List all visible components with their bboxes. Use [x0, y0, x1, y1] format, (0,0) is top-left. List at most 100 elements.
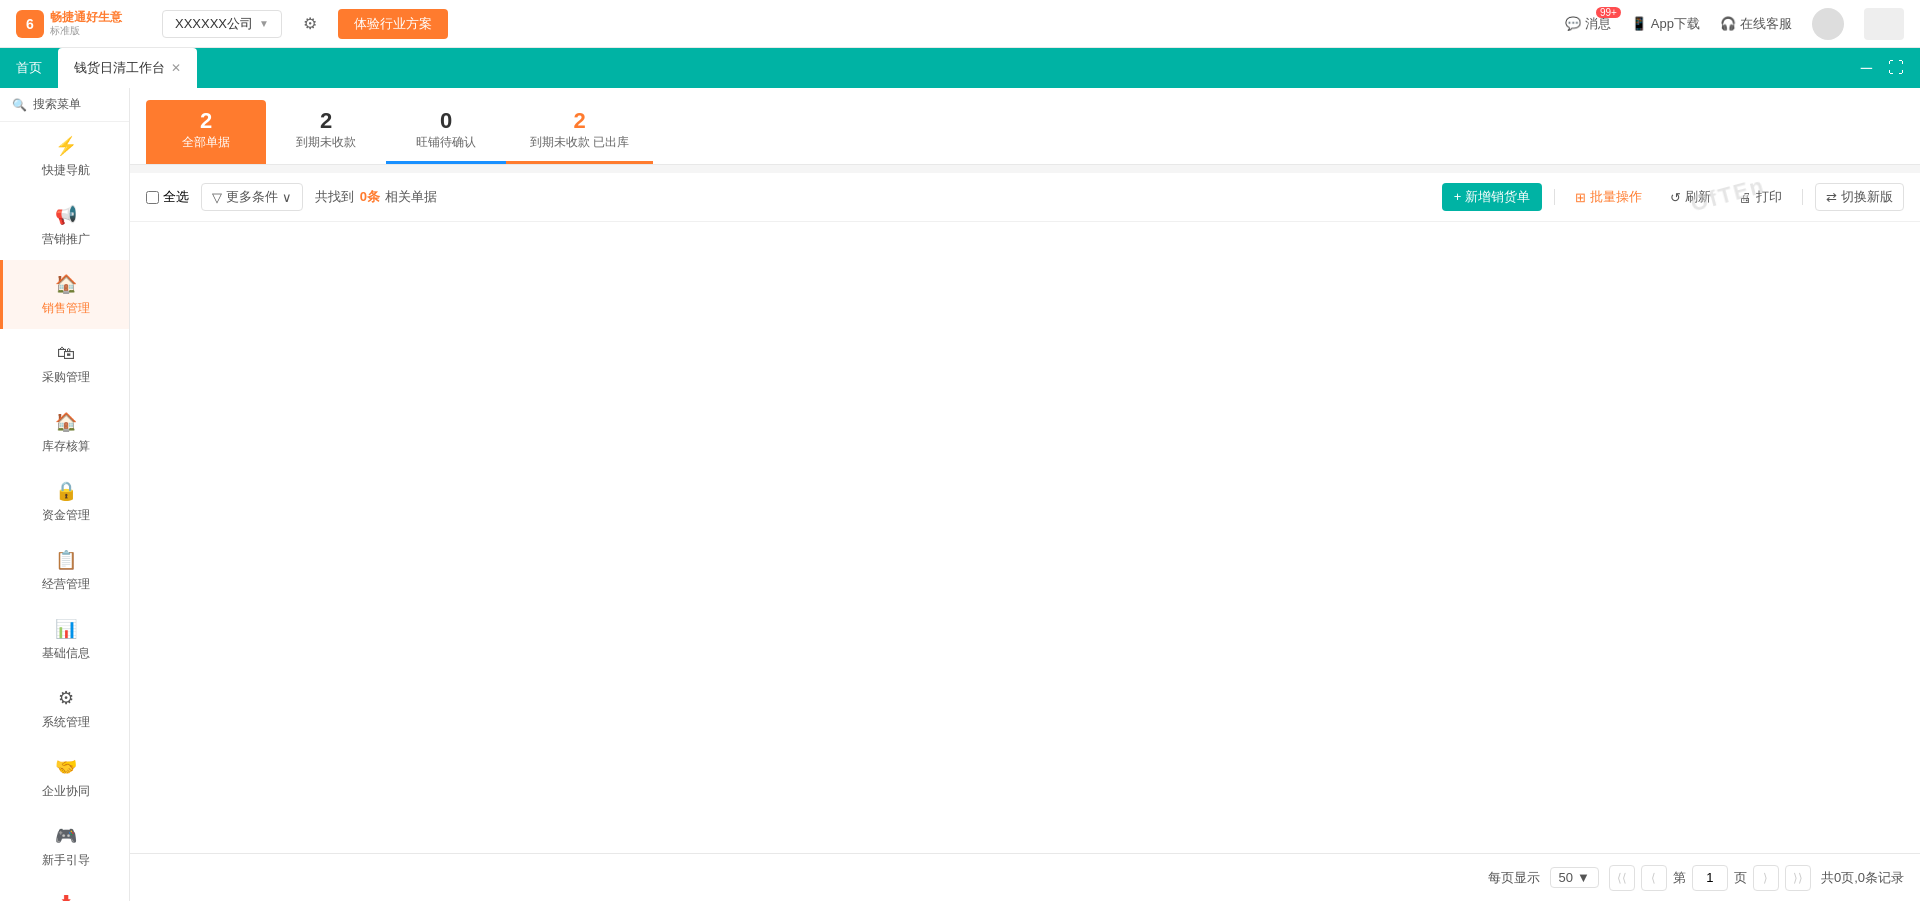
table-area	[130, 222, 1920, 853]
sidebar-item-quick-nav[interactable]: ⚡ 快捷导航	[0, 122, 129, 191]
sidebar-item-marketing[interactable]: 📢 营销推广	[0, 191, 129, 260]
content-area: 2 全部单据 2 到期未收款 0 旺铺待确认 2 到期未收款 已出库 全选	[130, 88, 1920, 901]
sidebar-item-sales[interactable]: 🏠 销售管理	[0, 260, 129, 329]
page-first-button[interactable]: ⟨⟨	[1609, 865, 1635, 891]
sidebar-item-operations[interactable]: 📋 经营管理	[0, 536, 129, 605]
sidebar-item-guide[interactable]: 🎮 新手引导	[0, 812, 129, 881]
gear-icon: ⚙	[303, 14, 317, 33]
header-center: XXXXXX公司 ▼ ⚙ 体验行业方案	[146, 8, 1565, 40]
page-size-select[interactable]: 50 ▼	[1550, 867, 1599, 888]
stat-all-label: 全部单据	[182, 134, 230, 151]
app-download-button[interactable]: 📱 App下载	[1631, 15, 1700, 33]
sidebar-item-app-center[interactable]: 📥 应用中心	[0, 881, 129, 901]
result-count: 0条	[360, 189, 380, 204]
tab-bar: 首页 钱货日清工作台 ✕ ─ ⛶	[0, 48, 1920, 88]
result-suffix: 相关单据	[385, 189, 437, 204]
settings-button[interactable]: ⚙	[294, 8, 326, 40]
sidebar-item-purchase-label: 采购管理	[42, 369, 90, 386]
basic-info-icon: 📊	[54, 617, 78, 641]
tab-work-bench[interactable]: 钱货日清工作台 ✕	[58, 48, 197, 88]
divider-1	[1554, 189, 1555, 205]
page-next-button[interactable]: ⟩	[1753, 865, 1779, 891]
sidebar-item-finance-label: 资金管理	[42, 507, 90, 524]
refresh-button[interactable]: ↺ 刷新	[1662, 184, 1719, 210]
stat-pending-label: 旺铺待确认	[416, 134, 476, 151]
cooperation-icon: 🤝	[54, 755, 78, 779]
sidebar-item-inventory-label: 库存核算	[42, 438, 90, 455]
online-service-label: 在线客服	[1740, 15, 1792, 33]
sidebar-item-sales-label: 销售管理	[42, 300, 90, 317]
avatar[interactable]	[1812, 8, 1844, 40]
toolbar: 全选 ▽ 更多条件 ∨ 共找到 0条 相关单据 + 新增销货单 ⊞ 批	[130, 173, 1920, 222]
messages-button[interactable]: 💬 消息 99+	[1565, 15, 1611, 33]
sales-icon: 🏠	[54, 272, 78, 296]
filter-icon: ▽	[212, 190, 222, 205]
refresh-icon: ↺	[1670, 190, 1681, 205]
app-center-icon: 📥	[54, 893, 78, 901]
stat-all-number: 2	[200, 108, 212, 134]
stat-pending-number: 0	[440, 108, 452, 134]
switch-version-button[interactable]: ⇄ 切换新版	[1815, 183, 1904, 211]
guide-icon: 🎮	[54, 824, 78, 848]
stat-overdue-number: 2	[320, 108, 332, 134]
sidebar-item-marketing-label: 营销推广	[42, 231, 90, 248]
top-header: 6 畅捷通好生意 标准版 XXXXXX公司 ▼ ⚙ 体验行业方案 💬 消息 99…	[0, 0, 1920, 48]
sidebar-item-basic-info[interactable]: 📊 基础信息	[0, 605, 129, 674]
company-selector[interactable]: XXXXXX公司 ▼	[162, 10, 282, 38]
filter-button[interactable]: ▽ 更多条件 ∨	[201, 183, 303, 211]
stat-overdue-label: 到期未收款	[296, 134, 356, 151]
sidebar-item-operations-label: 经营管理	[42, 576, 90, 593]
sidebar-search[interactable]: 🔍 搜索菜单	[0, 88, 129, 122]
sidebar-search-label: 搜索菜单	[33, 96, 81, 113]
stats-tabs: 2 全部单据 2 到期未收款 0 旺铺待确认 2 到期未收款 已出库	[130, 88, 1920, 165]
purchase-icon: 🛍	[54, 341, 78, 365]
add-sales-order-button[interactable]: + 新增销货单	[1442, 183, 1542, 211]
trial-button[interactable]: 体验行业方案	[338, 9, 448, 39]
tab-maximize-icon[interactable]: ⛶	[1884, 55, 1908, 81]
sidebar-item-inventory[interactable]: 🏠 库存核算	[0, 398, 129, 467]
sidebar-item-system-label: 系统管理	[42, 714, 90, 731]
divider-2	[1802, 189, 1803, 205]
headset-icon: 🎧	[1720, 16, 1736, 31]
per-page-label: 每页显示	[1488, 869, 1540, 887]
select-all-label: 全选	[163, 188, 189, 206]
tab-home[interactable]: 首页	[0, 48, 58, 88]
page-of-text: 页	[1734, 869, 1747, 887]
stat-tab-overdue-stock[interactable]: 2 到期未收款 已出库	[506, 100, 653, 164]
page-prev-button[interactable]: ⟨	[1641, 865, 1667, 891]
tab-minimize-icon[interactable]: ─	[1857, 55, 1876, 81]
print-icon: 🖨	[1739, 190, 1752, 205]
logo-title: 畅捷通好生意	[50, 10, 122, 24]
sidebar-item-system[interactable]: ⚙ 系统管理	[0, 674, 129, 743]
print-button[interactable]: 🖨 打印	[1731, 184, 1790, 210]
sidebar-item-cooperation[interactable]: 🤝 企业协同	[0, 743, 129, 812]
user-menu[interactable]	[1864, 8, 1904, 40]
messages-badge: 99+	[1596, 7, 1621, 18]
logo-icon: 6	[16, 10, 44, 38]
dropdown-arrow-icon: ▼	[259, 18, 269, 29]
system-icon: ⚙	[54, 686, 78, 710]
select-all-checkbox[interactable]: 全选	[146, 188, 189, 206]
stat-tab-pending[interactable]: 0 旺铺待确认	[386, 100, 506, 164]
operations-icon: 📋	[54, 548, 78, 572]
message-icon: 💬	[1565, 16, 1581, 31]
finance-icon: 🔒	[54, 479, 78, 503]
total-text: 共0页,0条记录	[1821, 869, 1904, 887]
sidebar-item-guide-label: 新手引导	[42, 852, 90, 869]
batch-operation-button[interactable]: ⊞ 批量操作	[1567, 184, 1650, 210]
stat-tab-all[interactable]: 2 全部单据	[146, 100, 266, 164]
flash-icon: ⚡	[54, 134, 78, 158]
stat-tab-overdue[interactable]: 2 到期未收款	[266, 100, 386, 164]
logo-area: 6 畅捷通好生意 标准版	[16, 10, 146, 38]
print-label: 打印	[1756, 188, 1782, 206]
online-service-button[interactable]: 🎧 在线客服	[1720, 15, 1792, 33]
toolbar-left: 全选 ▽ 更多条件 ∨ 共找到 0条 相关单据	[146, 183, 1430, 211]
search-icon: 🔍	[12, 98, 27, 112]
tab-close-icon[interactable]: ✕	[171, 61, 181, 75]
sidebar-item-finance[interactable]: 🔒 资金管理	[0, 467, 129, 536]
sidebar-item-purchase[interactable]: 🛍 采购管理	[0, 329, 129, 398]
checkbox-input[interactable]	[146, 191, 159, 204]
tab-workbench-label: 钱货日清工作台	[74, 59, 165, 77]
page-last-button[interactable]: ⟩⟩	[1785, 865, 1811, 891]
page-input[interactable]	[1692, 865, 1728, 891]
